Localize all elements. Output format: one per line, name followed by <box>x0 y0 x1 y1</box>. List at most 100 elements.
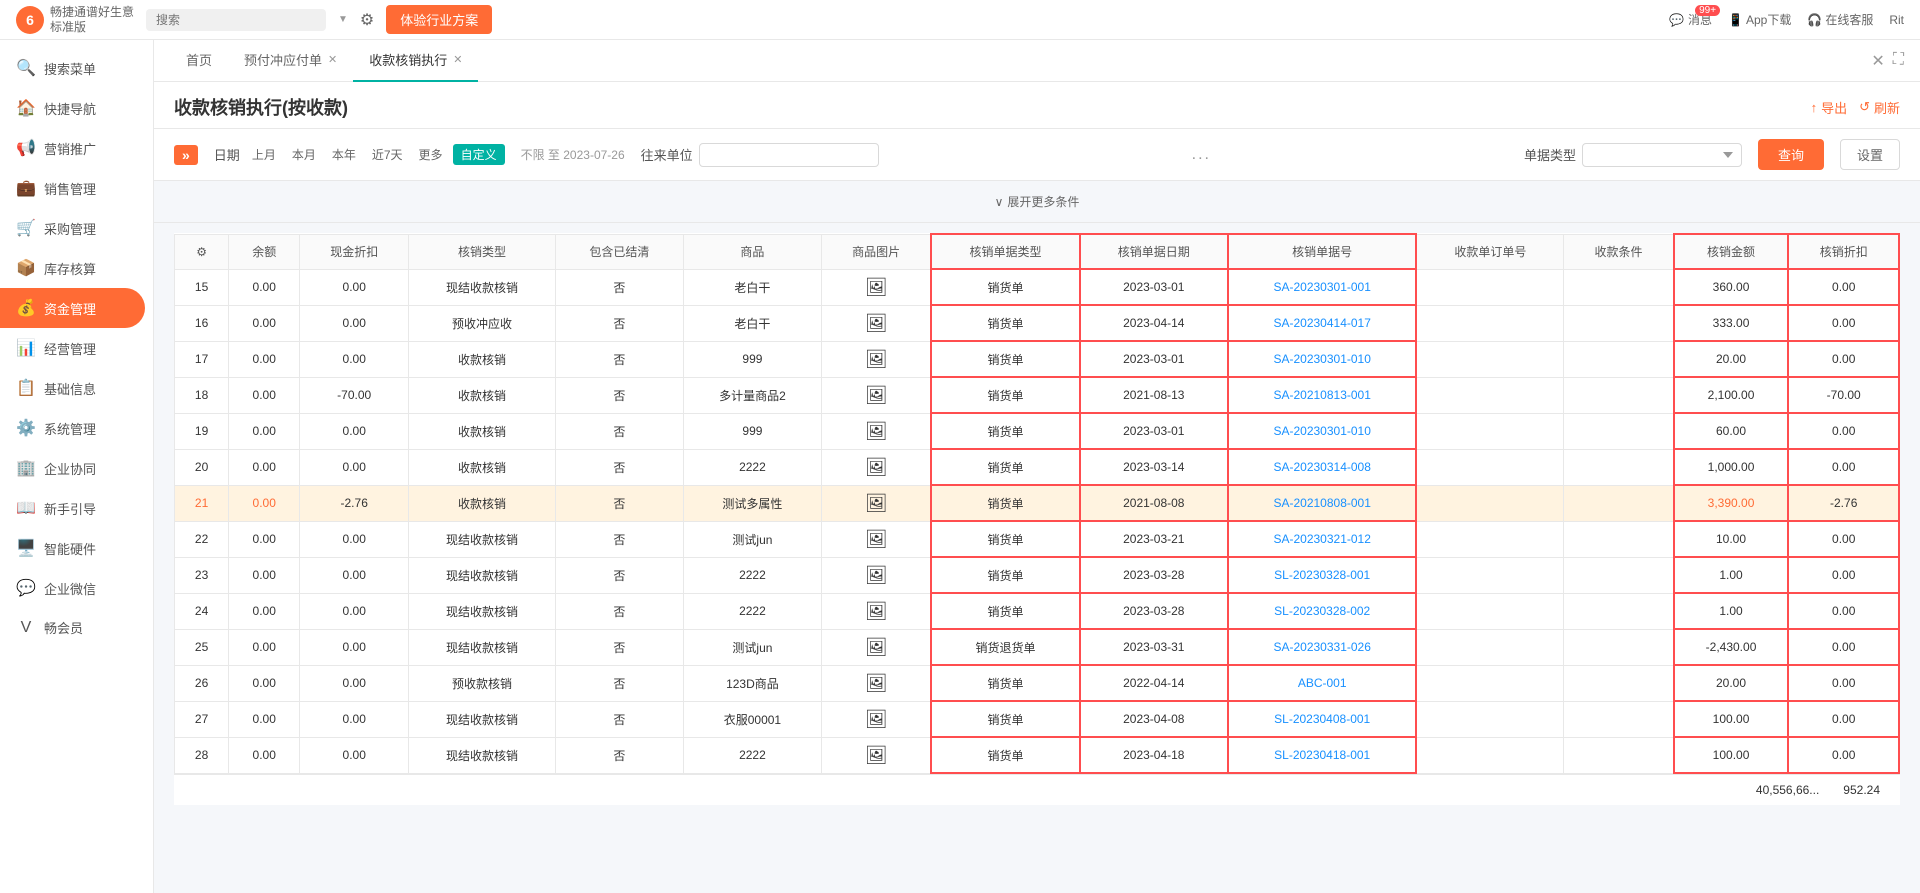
cell-cancel-bill-no[interactable]: SA-20230314-008 <box>1228 449 1416 485</box>
cell-cancel-bill-no[interactable]: SA-20230321-012 <box>1228 521 1416 557</box>
cell-cancel-bill-no[interactable]: SA-20230301-001 <box>1228 269 1416 305</box>
export-button[interactable]: ↑ 导出 <box>1811 98 1848 117</box>
cell-receipt-order-no <box>1416 305 1564 341</box>
sidebar-item-base-info[interactable]: 📋 基础信息 <box>0 368 153 408</box>
sidebar-item-label: 基础信息 <box>44 379 96 398</box>
cell-cancel-bill-type: 销货退货单 <box>931 629 1079 665</box>
cell-include-settled: 否 <box>555 737 683 773</box>
cell-cancel-bill-no[interactable]: SL-20230418-001 <box>1228 737 1416 773</box>
expand-window-icon[interactable]: ⛶ <box>1893 51 1904 71</box>
expand-more-btn[interactable]: ∨ 展开更多条件 <box>989 187 1086 216</box>
sidebar-item-label: 畅会员 <box>44 618 83 637</box>
cell-balance: 0.00 <box>229 269 300 305</box>
cell-cancel-bill-type: 销货单 <box>931 305 1079 341</box>
filter-tag-7days[interactable]: 近7天 <box>366 144 409 165</box>
gear-icon[interactable]: ⚙ <box>360 10 374 30</box>
filter-collapse-btn[interactable]: » <box>174 145 198 165</box>
filter-tag-this-year[interactable]: 本年 <box>326 144 362 165</box>
cell-goods-img: 🖼 <box>822 557 932 593</box>
cell-cancel-discount: 0.00 <box>1788 737 1899 773</box>
tab-receipt-cancel[interactable]: 收款核销执行 ✕ <box>353 40 478 82</box>
tab-prepay[interactable]: 预付冲应付单 ✕ <box>228 40 353 82</box>
sidebar-item-system[interactable]: ⚙️ 系统管理 <box>0 408 153 448</box>
filter-tag-more[interactable]: 更多 <box>413 144 449 165</box>
cell-no: 27 <box>175 701 229 737</box>
sidebar-item-inventory[interactable]: 📦 库存核算 <box>0 248 153 288</box>
cell-include-settled: 否 <box>555 341 683 377</box>
cell-cancel-bill-no[interactable]: SL-20230328-002 <box>1228 593 1416 629</box>
cell-receipt-condition <box>1564 521 1674 557</box>
cell-cancel-bill-no[interactable]: SA-20230301-010 <box>1228 413 1416 449</box>
briefcase-icon: 💼 <box>16 178 36 198</box>
online-service-btn[interactable]: 🎧 在线客服 <box>1807 11 1873 28</box>
sidebar-item-operation[interactable]: 📊 经营管理 <box>0 328 153 368</box>
cell-cancel-bill-date: 2023-03-01 <box>1080 413 1228 449</box>
sidebar-item-label: 企业微信 <box>44 579 96 598</box>
cell-cancel-bill-no[interactable]: SA-20230301-010 <box>1228 341 1416 377</box>
cell-cash-discount: 0.00 <box>300 269 409 305</box>
cell-no: 17 <box>175 341 229 377</box>
cell-cancel-bill-no[interactable]: SA-20210808-001 <box>1228 485 1416 521</box>
cell-cancel-bill-type: 销货单 <box>931 737 1079 773</box>
col-settings[interactable]: ⚙ <box>175 234 229 269</box>
filter-tag-last-month[interactable]: 上月 <box>246 144 282 165</box>
tab-prepay-close[interactable]: ✕ <box>328 53 337 66</box>
refresh-icon: ↺ <box>1859 99 1870 115</box>
cell-cancel-bill-date: 2023-04-14 <box>1080 305 1228 341</box>
cell-cancel-type: 现结收款核销 <box>409 593 556 629</box>
cell-cancel-bill-no[interactable]: SA-20210813-001 <box>1228 377 1416 413</box>
filter-bill-type-select[interactable] <box>1582 143 1742 167</box>
cell-cancel-discount: 0.00 <box>1788 305 1899 341</box>
tab-receipt-cancel-close[interactable]: ✕ <box>453 53 462 66</box>
cell-receipt-condition <box>1564 485 1674 521</box>
sidebar-item-smart-hw[interactable]: 🖥️ 智能硬件 <box>0 528 153 568</box>
filter-tag-this-month[interactable]: 本月 <box>286 144 322 165</box>
service-icon: 🎧 <box>1807 13 1822 27</box>
cell-cancel-type: 收款核销 <box>409 449 556 485</box>
table-area[interactable]: ⚙ 余额 现金折扣 核销类型 包含已结清 商品 商品图片 核销单据类型 核销单据… <box>154 223 1920 893</box>
sidebar-item-enterprise[interactable]: 🏢 企业协同 <box>0 448 153 488</box>
monitor-icon: 🖥️ <box>16 538 36 558</box>
sidebar-item-wechat[interactable]: 💬 企业微信 <box>0 568 153 608</box>
close-window-icon[interactable]: ✕ <box>1871 51 1884 71</box>
col-balance: 余额 <box>229 234 300 269</box>
sidebar-item-sales[interactable]: 💼 销售管理 <box>0 168 153 208</box>
sidebar-item-search[interactable]: 🔍 搜索菜单 <box>0 48 153 88</box>
sidebar-item-member[interactable]: V 畅会员 <box>0 608 153 647</box>
settings-button[interactable]: 设置 <box>1840 139 1900 170</box>
cell-balance: 0.00 <box>229 377 300 413</box>
cell-cancel-amount: 10.00 <box>1674 521 1789 557</box>
cell-cancel-bill-no[interactable]: SL-20230408-001 <box>1228 701 1416 737</box>
cell-receipt-condition <box>1564 449 1674 485</box>
sidebar-item-finance[interactable]: 💰 资金管理 <box>0 288 145 328</box>
cell-cash-discount: 0.00 <box>300 593 409 629</box>
sidebar-item-marketing[interactable]: 📢 营销推广 <box>0 128 153 168</box>
cell-no: 19 <box>175 413 229 449</box>
search-input[interactable] <box>146 9 326 31</box>
sidebar-item-quick-nav[interactable]: 🏠 快捷导航 <box>0 88 153 128</box>
page-content: 收款核销执行(按收款) ↑ 导出 ↺ 刷新 » 日期 <box>154 82 1920 893</box>
cell-goods: 测试jun <box>683 521 821 557</box>
cell-cash-discount: 0.00 <box>300 629 409 665</box>
filter-counterpart-input[interactable] <box>699 143 879 167</box>
query-button[interactable]: 查询 <box>1758 139 1824 170</box>
table-row: 180.00-70.00收款核销否多计量商品2🖼销货单2021-08-13SA-… <box>175 377 1900 413</box>
table-row: 210.00-2.76收款核销否测试多属性🖼销货单2021-08-08SA-20… <box>175 485 1900 521</box>
cell-no: 21 <box>175 485 229 521</box>
cell-cancel-bill-no[interactable]: SL-20230328-001 <box>1228 557 1416 593</box>
cell-goods-img: 🖼 <box>822 305 932 341</box>
message-btn[interactable]: 💬 消息 99+ <box>1669 11 1712 28</box>
sidebar-item-purchase[interactable]: 🛒 采购管理 <box>0 208 153 248</box>
settings-icon: ⚙️ <box>16 418 36 438</box>
cell-cancel-bill-no[interactable]: SA-20230414-017 <box>1228 305 1416 341</box>
tab-home[interactable]: 首页 <box>170 40 228 82</box>
cell-cancel-bill-no[interactable]: ABC-001 <box>1228 665 1416 701</box>
industry-btn[interactable]: 体验行业方案 <box>386 5 492 34</box>
col-cancel-bill-type: 核销单据类型 <box>931 234 1079 269</box>
sidebar-item-guide[interactable]: 📖 新手引导 <box>0 488 153 528</box>
filter-tag-custom[interactable]: 自定义 <box>453 144 505 165</box>
cell-cash-discount: 0.00 <box>300 521 409 557</box>
cell-cancel-bill-no[interactable]: SA-20230331-026 <box>1228 629 1416 665</box>
app-download-btn[interactable]: 📱 App下载 <box>1728 11 1791 28</box>
refresh-button[interactable]: ↺ 刷新 <box>1859 98 1900 117</box>
